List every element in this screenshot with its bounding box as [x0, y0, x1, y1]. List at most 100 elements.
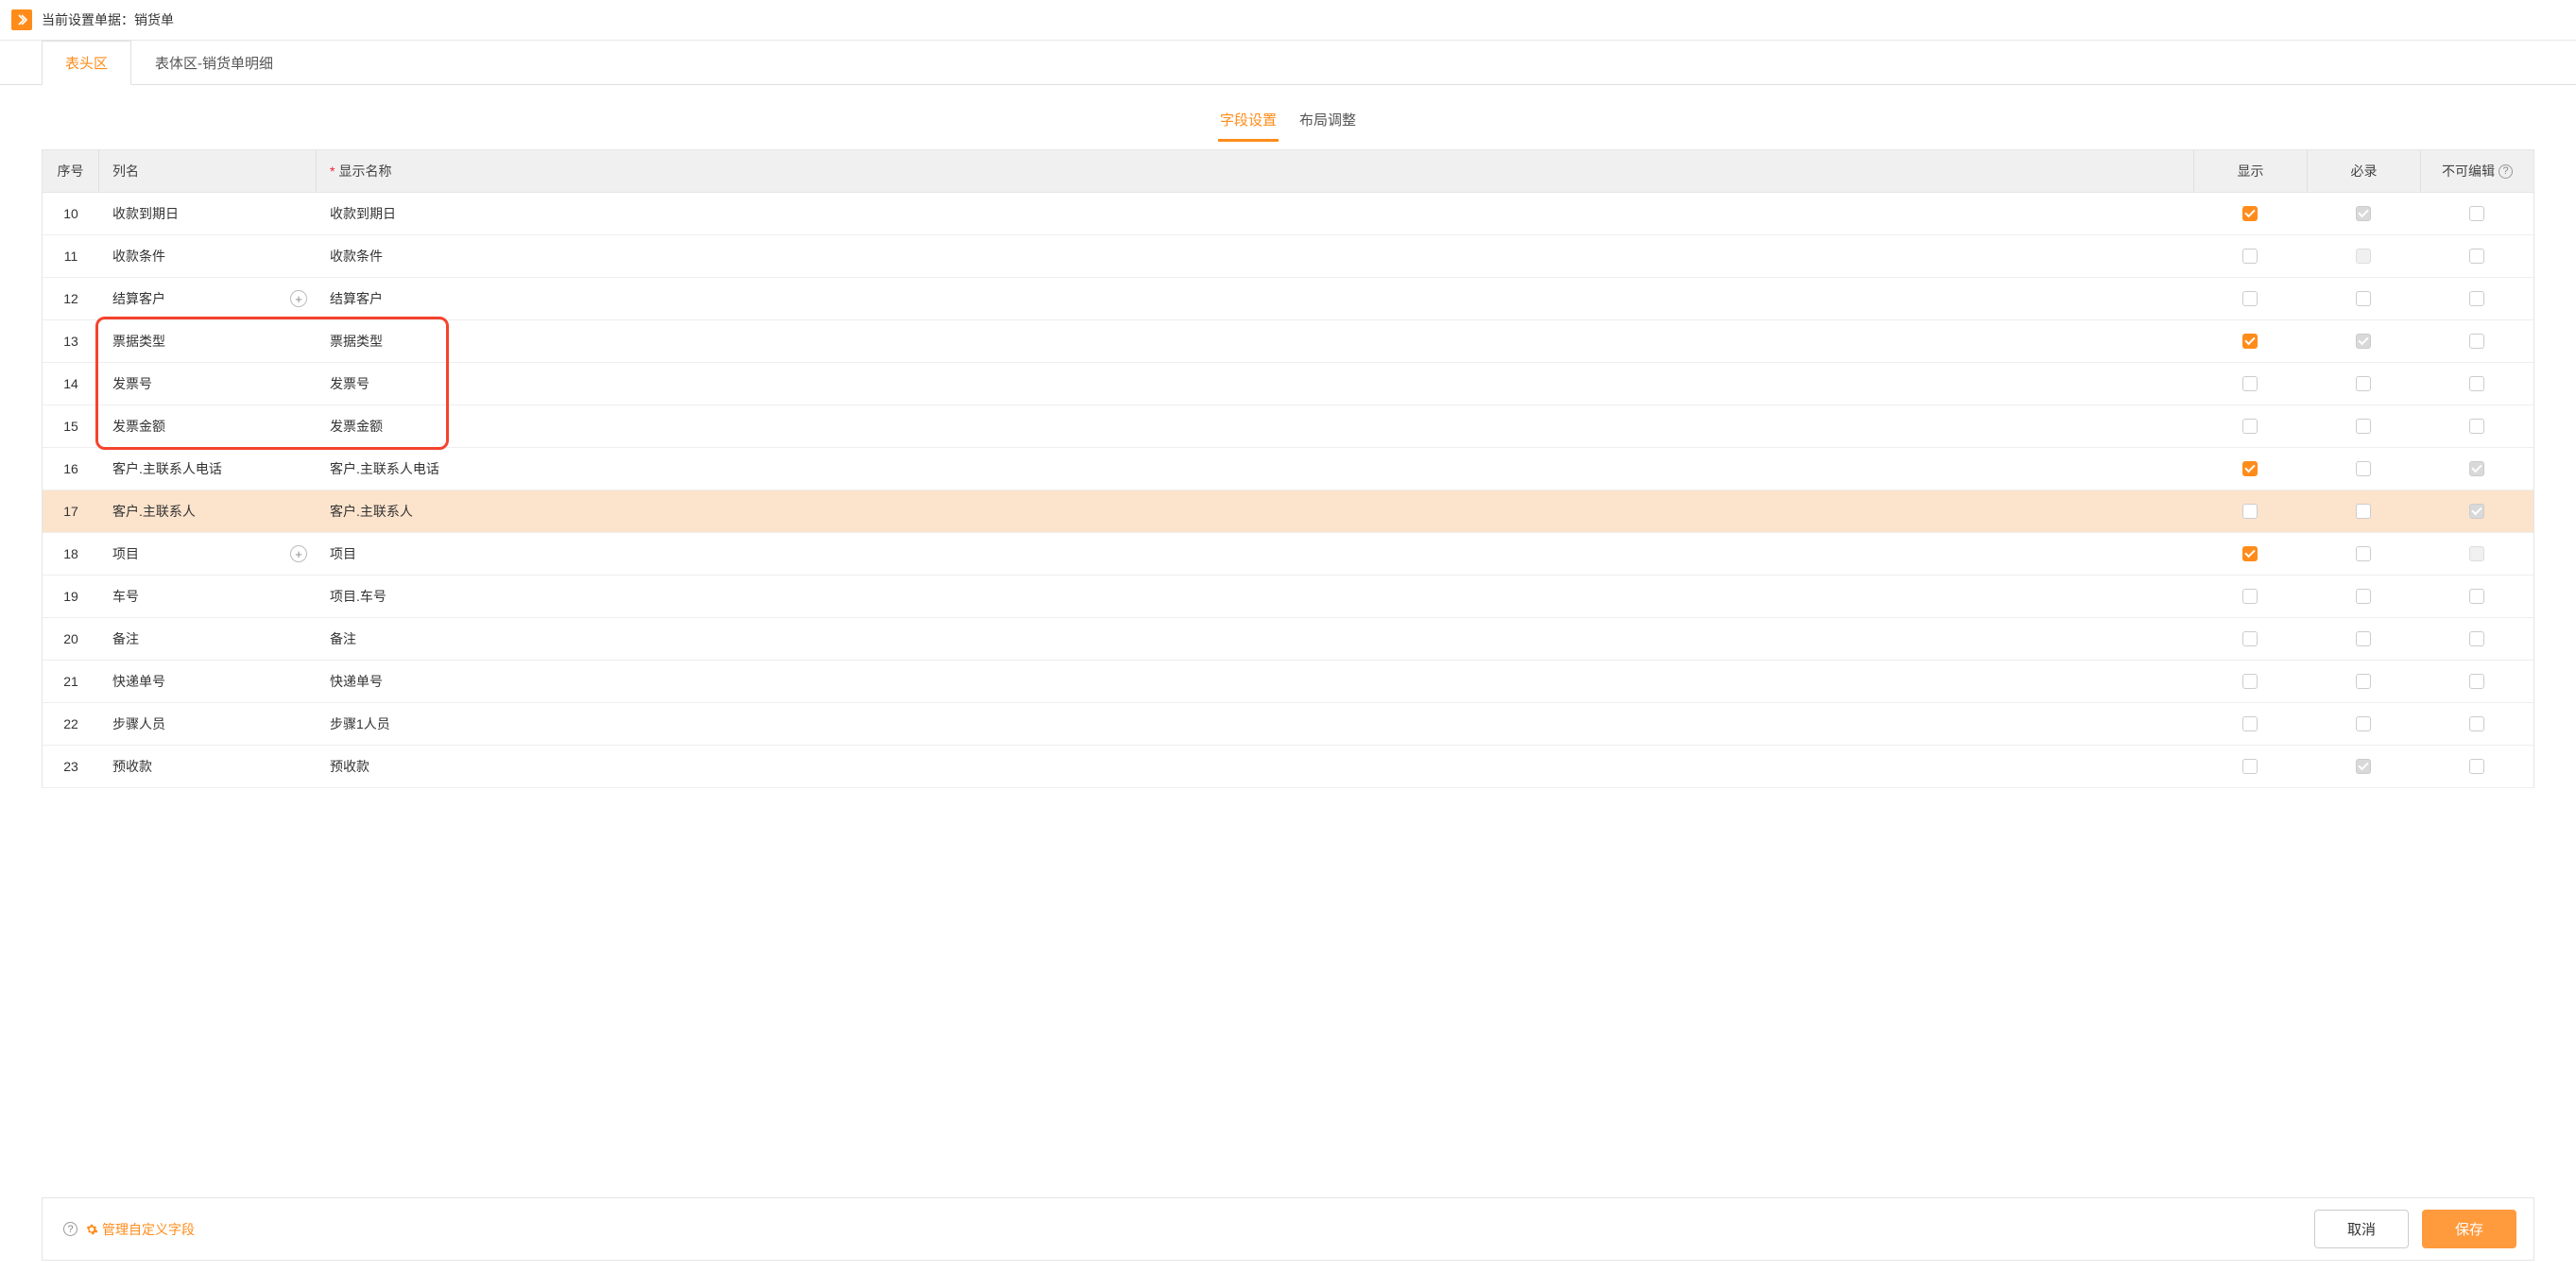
- checkbox[interactable]: [2242, 546, 2258, 561]
- cancel-button[interactable]: 取消: [2314, 1210, 2409, 1248]
- checkbox[interactable]: [2469, 249, 2484, 264]
- checkbox[interactable]: [2242, 589, 2258, 604]
- table-row[interactable]: 14发票号发票号: [43, 363, 2533, 405]
- checkbox[interactable]: [2242, 249, 2258, 264]
- table-row[interactable]: 21快递单号快递单号: [43, 661, 2533, 703]
- row-seq: 14: [43, 365, 99, 403]
- help-icon[interactable]: ?: [63, 1222, 77, 1236]
- subtab-1[interactable]: 布局调整: [1297, 104, 1358, 142]
- row-display-name[interactable]: 快递单号: [317, 661, 2193, 702]
- row-display-name[interactable]: 发票金额: [317, 405, 2193, 447]
- checkbox[interactable]: [2356, 631, 2371, 646]
- add-subfield-button[interactable]: +: [290, 290, 307, 307]
- cell-readonly: [2420, 577, 2533, 615]
- row-seq: 10: [43, 195, 99, 232]
- header-label: 当前设置单据：销货单: [42, 10, 174, 29]
- cell-readonly: [2420, 322, 2533, 360]
- checkbox[interactable]: [2469, 631, 2484, 646]
- cell-readonly: [2420, 705, 2533, 743]
- checkbox[interactable]: [2469, 376, 2484, 391]
- cell-required: [2307, 365, 2420, 403]
- checkbox[interactable]: [2356, 291, 2371, 306]
- col-seq: 序号: [43, 150, 99, 192]
- table-row[interactable]: 18项目+项目: [43, 533, 2533, 576]
- field-table: 序号 列名 *显示名称 显示 必录 不可编辑? 10收款到期日收款到期日11收款…: [42, 149, 2534, 788]
- row-display-name[interactable]: 发票号: [317, 363, 2193, 404]
- table-row[interactable]: 12结算客户+结算客户: [43, 278, 2533, 320]
- row-display-name[interactable]: 收款到期日: [317, 193, 2193, 234]
- table-row[interactable]: 23预收款预收款: [43, 746, 2533, 788]
- checkbox[interactable]: [2242, 631, 2258, 646]
- checkbox[interactable]: [2469, 334, 2484, 349]
- row-display-name[interactable]: 步骤1人员: [317, 703, 2193, 745]
- row-name: 发票金额: [99, 405, 317, 447]
- table-row[interactable]: 19车号项目.车号: [43, 576, 2533, 618]
- cell-required: [2307, 237, 2420, 275]
- cell-show: [2193, 535, 2307, 573]
- checkbox[interactable]: [2242, 504, 2258, 519]
- checkbox[interactable]: [2242, 206, 2258, 221]
- cell-show: [2193, 322, 2307, 360]
- checkbox[interactable]: [2242, 419, 2258, 434]
- checkbox[interactable]: [2356, 716, 2371, 731]
- tab-1[interactable]: 表体区-销货单明细: [131, 41, 297, 84]
- checkbox[interactable]: [2356, 419, 2371, 434]
- row-display-name[interactable]: 客户.主联系人: [317, 490, 2193, 532]
- row-display-name[interactable]: 备注: [317, 618, 2193, 660]
- cell-readonly: [2420, 748, 2533, 785]
- checkbox[interactable]: [2242, 291, 2258, 306]
- checkbox[interactable]: [2242, 461, 2258, 476]
- row-display-name[interactable]: 项目.车号: [317, 576, 2193, 617]
- checkbox[interactable]: [2356, 504, 2371, 519]
- checkbox[interactable]: [2469, 759, 2484, 774]
- checkbox: [2469, 504, 2484, 519]
- add-subfield-button[interactable]: +: [290, 545, 307, 562]
- checkbox[interactable]: [2242, 716, 2258, 731]
- checkbox[interactable]: [2242, 334, 2258, 349]
- row-name: 客户.主联系人电话: [99, 448, 317, 490]
- tab-0[interactable]: 表头区: [42, 41, 131, 85]
- checkbox[interactable]: [2469, 419, 2484, 434]
- checkbox[interactable]: [2469, 589, 2484, 604]
- row-display-name[interactable]: 票据类型: [317, 320, 2193, 362]
- row-display-name[interactable]: 预收款: [317, 746, 2193, 787]
- subtab-0[interactable]: 字段设置: [1218, 104, 1279, 142]
- collapse-button[interactable]: [11, 9, 32, 30]
- table-row[interactable]: 11收款条件收款条件: [43, 235, 2533, 278]
- cell-show: [2193, 662, 2307, 700]
- checkbox[interactable]: [2242, 674, 2258, 689]
- help-icon[interactable]: ?: [2499, 164, 2513, 179]
- table-row[interactable]: 16客户.主联系人电话客户.主联系人电话: [43, 448, 2533, 490]
- checkbox[interactable]: [2469, 674, 2484, 689]
- checkbox[interactable]: [2356, 546, 2371, 561]
- row-display-name[interactable]: 收款条件: [317, 235, 2193, 277]
- save-button[interactable]: 保存: [2422, 1210, 2516, 1248]
- chevron-right-icon: [16, 14, 27, 26]
- checkbox[interactable]: [2356, 674, 2371, 689]
- table-row[interactable]: 20备注备注: [43, 618, 2533, 661]
- row-name: 快递单号: [99, 661, 317, 702]
- cell-required: [2307, 535, 2420, 573]
- col-display: *显示名称: [317, 150, 2193, 192]
- checkbox[interactable]: [2356, 376, 2371, 391]
- table-row[interactable]: 13票据类型票据类型: [43, 320, 2533, 363]
- row-display-name[interactable]: 项目: [317, 533, 2193, 575]
- row-display-name[interactable]: 客户.主联系人电话: [317, 448, 2193, 490]
- table-row[interactable]: 22步骤人员步骤1人员: [43, 703, 2533, 746]
- checkbox[interactable]: [2469, 206, 2484, 221]
- checkbox[interactable]: [2242, 376, 2258, 391]
- checkbox: [2469, 546, 2484, 561]
- checkbox[interactable]: [2356, 589, 2371, 604]
- row-name: 收款条件: [99, 235, 317, 277]
- table-row[interactable]: 15发票金额发票金额: [43, 405, 2533, 448]
- row-display-name[interactable]: 结算客户: [317, 278, 2193, 319]
- checkbox[interactable]: [2469, 291, 2484, 306]
- cell-required: [2307, 620, 2420, 658]
- checkbox[interactable]: [2469, 716, 2484, 731]
- table-row[interactable]: 17客户.主联系人客户.主联系人: [43, 490, 2533, 533]
- checkbox[interactable]: [2242, 759, 2258, 774]
- table-row[interactable]: 10收款到期日收款到期日: [43, 193, 2533, 235]
- checkbox[interactable]: [2356, 461, 2371, 476]
- manage-custom-fields-link[interactable]: 管理自定义字段: [85, 1220, 195, 1239]
- cell-readonly: [2420, 237, 2533, 275]
